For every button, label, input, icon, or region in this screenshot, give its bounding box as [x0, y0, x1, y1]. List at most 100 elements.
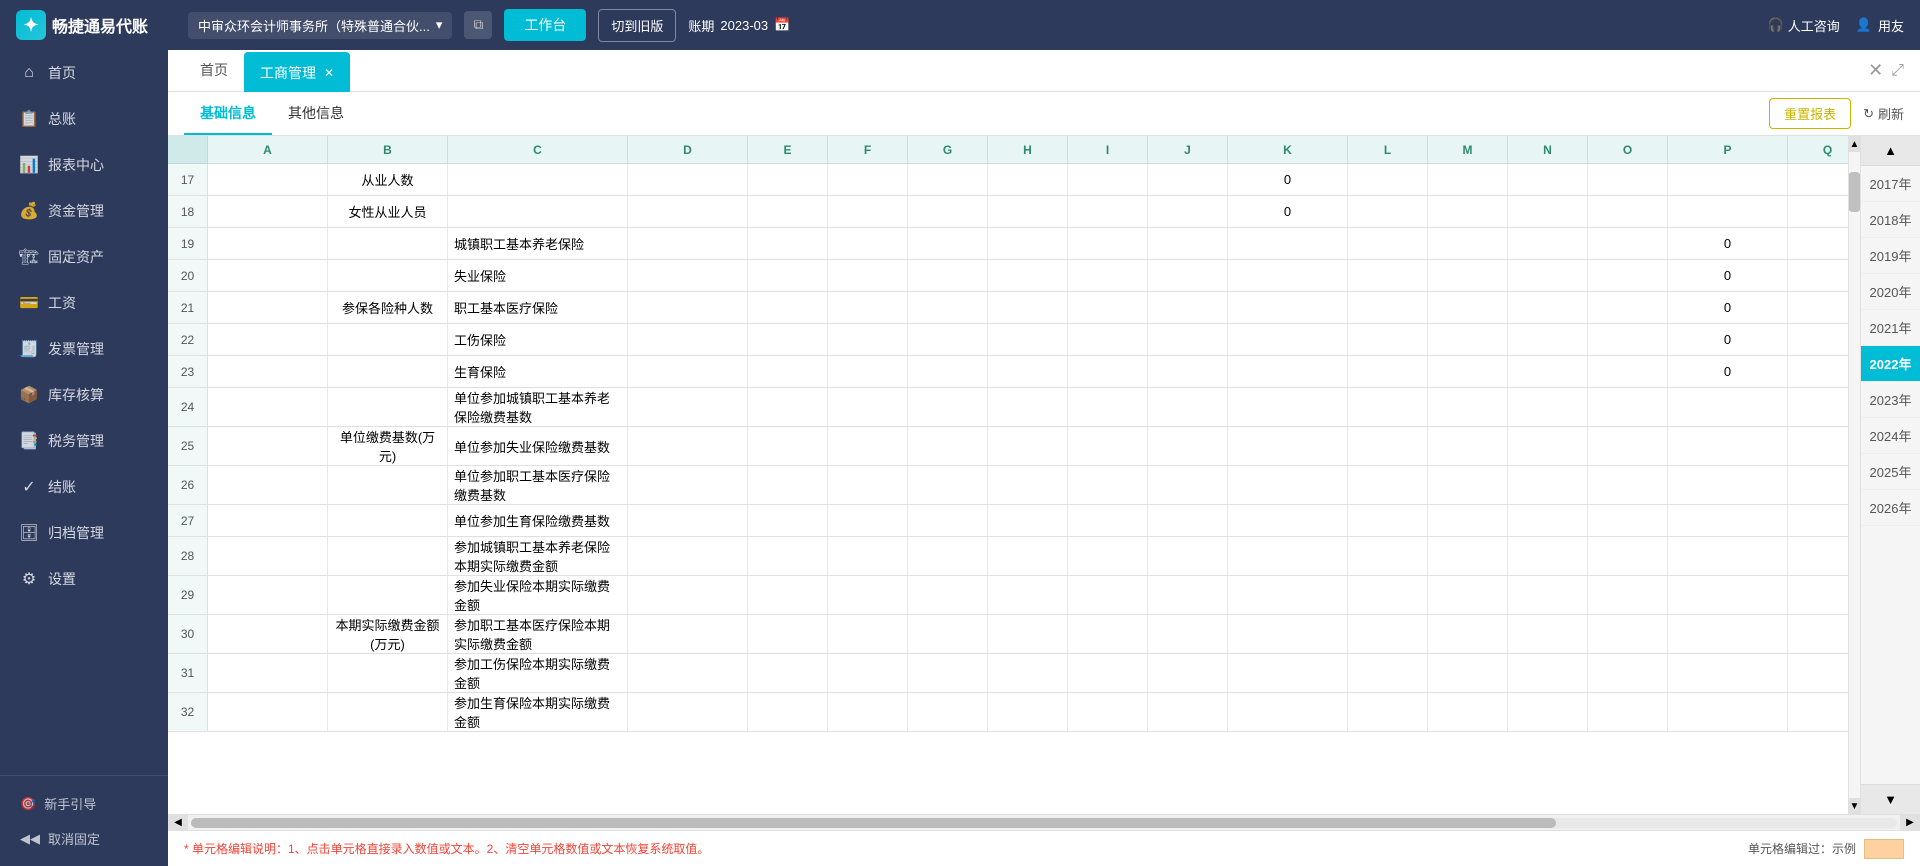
cell-k-28[interactable] [1228, 537, 1348, 575]
cell-c-20[interactable]: 失业保险 [448, 260, 628, 291]
year-item-2019年[interactable]: 2019年 [1861, 238, 1920, 274]
cell-h-22[interactable] [988, 324, 1068, 355]
year-nav-up[interactable]: ▲ [1861, 136, 1920, 166]
cell-h-31[interactable] [988, 654, 1068, 692]
cell-q-27[interactable] [1788, 505, 1848, 536]
cell-b-19[interactable] [328, 228, 448, 259]
cell-k-17[interactable]: 0 [1228, 164, 1348, 195]
cell-c-24[interactable]: 单位参加城镇职工基本养老保险缴费基数 [448, 388, 628, 426]
cell-j-24[interactable] [1148, 388, 1228, 426]
cell-o-30[interactable] [1588, 615, 1668, 653]
cell-n-24[interactable] [1508, 388, 1588, 426]
cell-j-25[interactable] [1148, 427, 1228, 465]
cell-i-21[interactable] [1068, 292, 1148, 323]
v-scroll-thumb[interactable] [1849, 172, 1860, 212]
cell-d-26[interactable] [628, 466, 748, 504]
cell-q-22[interactable] [1788, 324, 1848, 355]
cell-m-24[interactable] [1428, 388, 1508, 426]
cell-g-22[interactable] [908, 324, 988, 355]
cell-i-27[interactable] [1068, 505, 1148, 536]
cell-j-30[interactable] [1148, 615, 1228, 653]
cell-a-30[interactable] [208, 615, 328, 653]
cell-c-25[interactable]: 单位参加失业保险缴费基数 [448, 427, 628, 465]
cell-m-28[interactable] [1428, 537, 1508, 575]
cell-q-26[interactable] [1788, 466, 1848, 504]
cell-a-31[interactable] [208, 654, 328, 692]
cell-d-20[interactable] [628, 260, 748, 291]
year-item-2026年[interactable]: 2026年 [1861, 490, 1920, 526]
scroll-right-button[interactable]: ▶ [1900, 815, 1920, 831]
cell-o-22[interactable] [1588, 324, 1668, 355]
sidebar-item-finance[interactable]: 💰资金管理 [0, 188, 168, 234]
cell-c-17[interactable] [448, 164, 628, 195]
cell-n-19[interactable] [1508, 228, 1588, 259]
cell-i-30[interactable] [1068, 615, 1148, 653]
cell-n-21[interactable] [1508, 292, 1588, 323]
cell-n-23[interactable] [1508, 356, 1588, 387]
cell-p-26[interactable] [1668, 466, 1788, 504]
cell-h-20[interactable] [988, 260, 1068, 291]
sub-tab-basic[interactable]: 基础信息 [184, 93, 272, 135]
cell-l-21[interactable] [1348, 292, 1428, 323]
cell-c-31[interactable]: 参加工伤保险本期实际缴费金额 [448, 654, 628, 692]
cell-o-25[interactable] [1588, 427, 1668, 465]
cell-b-30[interactable]: 本期实际缴费金额(万元) [328, 615, 448, 653]
user-info[interactable]: 👤 用友 [1856, 16, 1904, 35]
cell-i-31[interactable] [1068, 654, 1148, 692]
cell-c-30[interactable]: 参加职工基本医疗保险本期实际缴费金额 [448, 615, 628, 653]
cell-m-23[interactable] [1428, 356, 1508, 387]
cell-q-32[interactable] [1788, 693, 1848, 731]
cell-b-18[interactable]: 女性从业人员 [328, 196, 448, 227]
year-item-2020年[interactable]: 2020年 [1861, 274, 1920, 310]
cell-p-23[interactable]: 0 [1668, 356, 1788, 387]
cell-h-26[interactable] [988, 466, 1068, 504]
cell-o-26[interactable] [1588, 466, 1668, 504]
cell-f-28[interactable] [828, 537, 908, 575]
cell-h-29[interactable] [988, 576, 1068, 614]
cell-j-19[interactable] [1148, 228, 1228, 259]
cell-n-27[interactable] [1508, 505, 1588, 536]
year-item-2024年[interactable]: 2024年 [1861, 418, 1920, 454]
cell-h-28[interactable] [988, 537, 1068, 575]
cell-e-32[interactable] [748, 693, 828, 731]
cell-l-23[interactable] [1348, 356, 1428, 387]
cell-m-29[interactable] [1428, 576, 1508, 614]
cell-g-20[interactable] [908, 260, 988, 291]
cell-p-18[interactable] [1668, 196, 1788, 227]
cell-d-30[interactable] [628, 615, 748, 653]
cell-k-32[interactable] [1228, 693, 1348, 731]
cell-e-27[interactable] [748, 505, 828, 536]
cell-p-30[interactable] [1668, 615, 1788, 653]
cell-i-28[interactable] [1068, 537, 1148, 575]
cell-g-19[interactable] [908, 228, 988, 259]
v-scroll-track[interactable] [1849, 152, 1860, 798]
cell-c-23[interactable]: 生育保险 [448, 356, 628, 387]
cell-m-31[interactable] [1428, 654, 1508, 692]
cell-l-30[interactable] [1348, 615, 1428, 653]
cell-h-18[interactable] [988, 196, 1068, 227]
cell-f-18[interactable] [828, 196, 908, 227]
cell-p-22[interactable]: 0 [1668, 324, 1788, 355]
cell-h-32[interactable] [988, 693, 1068, 731]
cell-a-29[interactable] [208, 576, 328, 614]
company-selector[interactable]: 中审众环会计师事务所（特殊普通合伙... ▾ [188, 12, 452, 39]
cell-d-25[interactable] [628, 427, 748, 465]
cell-c-19[interactable]: 城镇职工基本养老保险 [448, 228, 628, 259]
sidebar-item-assets[interactable]: 🏗固定资产 [0, 234, 168, 280]
cell-p-20[interactable]: 0 [1668, 260, 1788, 291]
scroll-left-button[interactable]: ◀ [168, 815, 188, 831]
cell-q-20[interactable] [1788, 260, 1848, 291]
cell-h-17[interactable] [988, 164, 1068, 195]
cell-q-24[interactable] [1788, 388, 1848, 426]
cell-k-31[interactable] [1228, 654, 1348, 692]
vertical-scrollbar[interactable]: ▲ ▼ [1848, 136, 1860, 814]
cell-e-23[interactable] [748, 356, 828, 387]
cell-g-27[interactable] [908, 505, 988, 536]
cell-g-30[interactable] [908, 615, 988, 653]
cell-p-17[interactable] [1668, 164, 1788, 195]
cell-c-29[interactable]: 参加失业保险本期实际缴费金额 [448, 576, 628, 614]
cell-p-25[interactable] [1668, 427, 1788, 465]
cell-a-19[interactable] [208, 228, 328, 259]
cell-n-31[interactable] [1508, 654, 1588, 692]
cell-e-26[interactable] [748, 466, 828, 504]
